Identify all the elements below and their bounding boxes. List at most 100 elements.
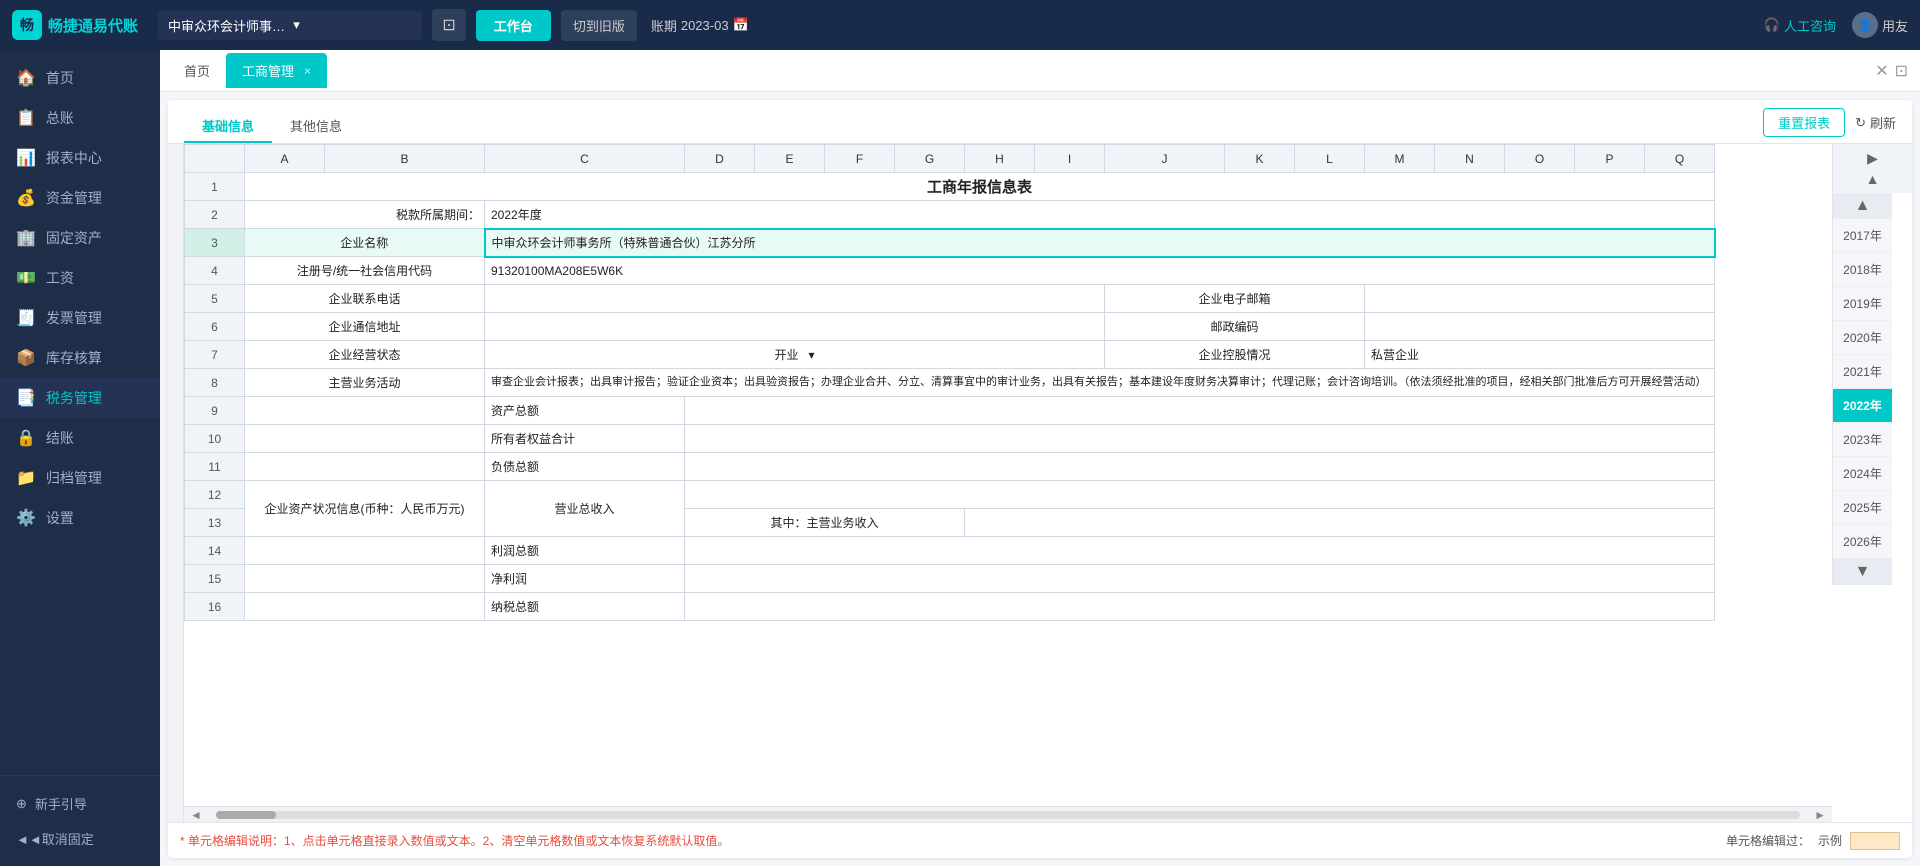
year-scroll-down[interactable]: ▼ [1833, 559, 1892, 585]
table-row: 9 资产总额 [185, 397, 1715, 425]
cell-edit-label: 单元格编辑过： [1726, 832, 1810, 849]
tab-home[interactable]: 首页 [172, 53, 222, 88]
scroll-right-icon[interactable]: ► [1808, 808, 1832, 822]
collapse-right-icon[interactable]: ▶ [1867, 150, 1878, 167]
postcode-value[interactable] [1365, 313, 1715, 341]
logo-icon: 畅 [12, 10, 42, 40]
year-scroll-up[interactable]: ▲ [1833, 193, 1892, 219]
year-2019[interactable]: 2019年 [1833, 287, 1892, 321]
scroll-left-icon[interactable]: ◄ [184, 808, 208, 822]
example-label: 示例 [1818, 832, 1842, 849]
r16-a [245, 593, 485, 621]
unpin-button[interactable]: ◄◄取消固定 [0, 821, 160, 856]
column-headers: A B C D E F G H I J [185, 145, 1715, 173]
reg-code-value[interactable]: 91320100MA208E5W6K [485, 257, 1715, 285]
tab-close-icon[interactable]: × [304, 64, 311, 78]
sidebar-label-ledger: 总账 [46, 108, 74, 128]
sidebar-item-settings[interactable]: ⚙️ 设置 [0, 498, 160, 538]
email-value[interactable] [1365, 285, 1715, 313]
year-2023[interactable]: 2023年 [1833, 423, 1892, 457]
table-row: 4 注册号/统一社会信用代码 91320100MA208E5W6K [185, 257, 1715, 285]
spreadsheet-wrapper: A B C D E F G H I J [184, 144, 1832, 822]
salary-icon: 💵 [16, 268, 36, 288]
sidebar-item-inventory[interactable]: 📦 库存核算 [0, 338, 160, 378]
sidebar-item-archive[interactable]: 📁 归档管理 [0, 458, 160, 498]
col-header-D: D [685, 145, 755, 173]
total-revenue-value[interactable] [685, 481, 1715, 509]
address-value[interactable] [485, 313, 1105, 341]
tab-business-mgmt[interactable]: 工商管理 × [226, 53, 327, 88]
row-num-11: 11 [185, 453, 245, 481]
service-button[interactable]: 🎧 人工咨询 [1764, 16, 1836, 35]
main-biz-value[interactable]: 审查企业会计报表；出具审计报告；验证企业资本；出具验资报告；办理企业合并、分立、… [485, 369, 1715, 397]
total-assets-value[interactable] [685, 397, 1715, 425]
sidebar-item-ledger[interactable]: 📋 总账 [0, 98, 160, 138]
spreadsheet-container[interactable]: A B C D E F G H I J [184, 144, 1832, 806]
h-scrollbar[interactable]: ◄ ► [184, 806, 1832, 822]
old-version-button[interactable]: 切到旧版 [561, 10, 637, 41]
copy-icon[interactable]: ⊡ [432, 9, 465, 41]
table-row: 1 工商年报信息表 [185, 173, 1715, 201]
sidebar-item-finance[interactable]: 💰 资金管理 [0, 178, 160, 218]
biz-status-value[interactable]: 开业 ▾ [485, 341, 1105, 369]
col-header-N: N [1435, 145, 1505, 173]
col-header-F: F [825, 145, 895, 173]
period-label: 账期 2023-03 📅 [651, 16, 749, 35]
subtab-basic-info[interactable]: 基础信息 [184, 110, 272, 143]
col-header-Q: Q [1645, 145, 1715, 173]
panel-collapse[interactable]: ▶ ▲ [1832, 144, 1912, 193]
main-revenue-value[interactable] [965, 509, 1715, 537]
tax-period-value[interactable]: 2022年度 [485, 201, 1715, 229]
phone-value[interactable] [485, 285, 1105, 313]
refresh-button[interactable]: ↻ 刷新 [1855, 113, 1896, 132]
year-2018[interactable]: 2018年 [1833, 253, 1892, 287]
workbench-button[interactable]: 工作台 [476, 10, 551, 41]
year-2017[interactable]: 2017年 [1833, 219, 1892, 253]
total-tax-value[interactable] [685, 593, 1715, 621]
right-panel: ▶ ▲ ▲ 2017年 2018年 2019年 2020年 2021年 2022… [1832, 144, 1912, 822]
col-header-E: E [755, 145, 825, 173]
calendar-icon[interactable]: 📅 [733, 17, 749, 33]
row-num-10: 10 [185, 425, 245, 453]
reset-report-button[interactable]: 重置报表 [1763, 108, 1845, 137]
table-row: 14 利润总额 [185, 537, 1715, 565]
row-num-4: 4 [185, 257, 245, 285]
year-2026[interactable]: 2026年 [1833, 525, 1892, 559]
net-profit-value[interactable] [685, 565, 1715, 593]
sidebar-item-salary[interactable]: 💵 工资 [0, 258, 160, 298]
col-header-H: H [965, 145, 1035, 173]
equity-value[interactable] [685, 425, 1715, 453]
year-2021[interactable]: 2021年 [1833, 355, 1892, 389]
maximize-icon[interactable]: ⊡ [1895, 61, 1908, 81]
cell-example [1850, 832, 1900, 850]
liability-value[interactable] [685, 453, 1715, 481]
subtab-other-info[interactable]: 其他信息 [272, 110, 360, 143]
sidebar-item-invoice[interactable]: 🧾 发票管理 [0, 298, 160, 338]
company-selector[interactable]: 中审众环会计师事务所（特殊普通合伙... ▾ [158, 11, 422, 40]
hint-text: * 单元格编辑说明：1、点击单元格直接录入数值或文本。2、清空单元格数值或文本恢… [180, 832, 729, 849]
user-menu[interactable]: 👤 用友 [1852, 12, 1908, 38]
col-header-B: B [325, 145, 485, 173]
sidebar-item-assets[interactable]: 🏢 固定资产 [0, 218, 160, 258]
h-scroll-thumb[interactable] [216, 811, 276, 819]
year-2024[interactable]: 2024年 [1833, 457, 1892, 491]
total-profit-value[interactable] [685, 537, 1715, 565]
asset-info-label: 企业资产状况信息(币种：人民币万元) [245, 481, 485, 537]
control-value[interactable]: 私营企业 [1365, 341, 1715, 369]
year-2022[interactable]: 2022年 [1833, 389, 1892, 423]
expand-left-icon[interactable]: ▲ [1866, 171, 1880, 187]
year-2025[interactable]: 2025年 [1833, 491, 1892, 525]
sidebar-item-tax[interactable]: 📑 税务管理 [0, 378, 160, 418]
table-row: 8 主营业务活动 审查企业会计报表；出具审计报告；验证企业资本；出具验资报告；办… [185, 369, 1715, 397]
sidebar-item-closing[interactable]: 🔒 结账 [0, 418, 160, 458]
sidebar-label-archive: 归档管理 [46, 468, 102, 488]
company-name-value[interactable]: 中审众环会计师事务所（特殊普通合伙）江苏分所 [485, 229, 1715, 257]
close-window-icon[interactable]: ✕ [1875, 61, 1888, 81]
sidebar-item-home[interactable]: 🏠 首页 [0, 58, 160, 98]
year-2020[interactable]: 2020年 [1833, 321, 1892, 355]
tax-period-label: 税款所属期间： [245, 201, 485, 229]
year-panel: ▲ 2017年 2018年 2019年 2020年 2021年 2022年 20… [1832, 193, 1892, 585]
new-user-guide[interactable]: ⊕ 新手引导 [0, 786, 160, 821]
sidebar-item-reports[interactable]: 📊 报表中心 [0, 138, 160, 178]
col-header-A: A [245, 145, 325, 173]
